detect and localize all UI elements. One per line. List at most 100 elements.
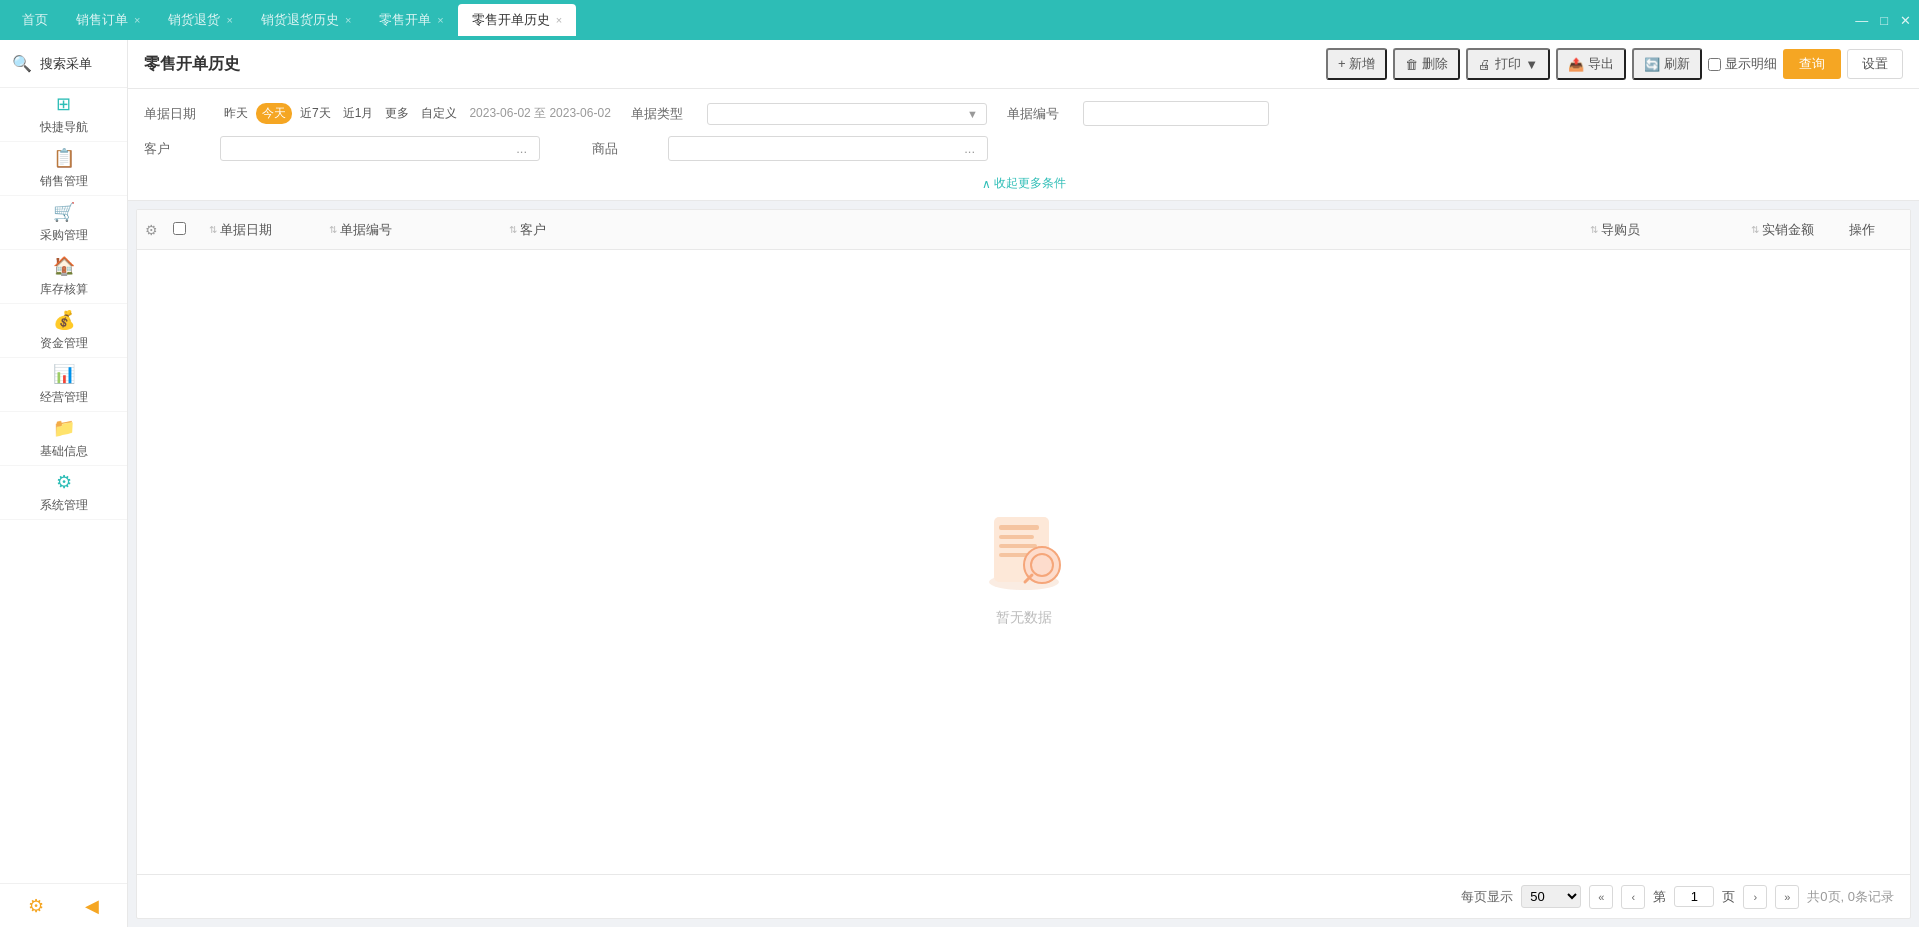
custom-btn[interactable]: 自定义 <box>417 103 461 124</box>
sidebar-bottom: ⚙ ◀ <box>0 883 127 927</box>
bill-no-input[interactable] <box>1083 101 1269 126</box>
finance-mgmt-icon: 💰 <box>53 309 75 331</box>
customer-input-wrap: ... <box>220 136 540 161</box>
sidebar-item-basic-info[interactable]: 📁 基础信息 <box>0 412 127 466</box>
minimize-btn[interactable]: — <box>1855 13 1868 28</box>
table-settings-btn[interactable]: ⚙ <box>145 222 173 238</box>
svg-rect-2 <box>999 525 1039 530</box>
sidebar-item-business-mgmt[interactable]: 📊 经营管理 <box>0 358 127 412</box>
goods-input-wrap: ... <box>668 136 988 161</box>
last7days-btn[interactable]: 近7天 <box>296 103 335 124</box>
sidebar-item-inventory-label: 库存核算 <box>40 281 88 298</box>
bill-type-select[interactable]: ▼ <box>707 103 987 125</box>
setup-button[interactable]: 设置 <box>1847 49 1903 79</box>
query-label: 查询 <box>1799 56 1825 71</box>
sidebar-collapse-btn[interactable]: ◀ <box>85 895 99 917</box>
page-input[interactable] <box>1674 886 1714 907</box>
more-btn[interactable]: 更多 <box>381 103 413 124</box>
purchase-mgmt-icon: 🛒 <box>53 201 75 223</box>
th-customer-label: 客户 <box>520 221 546 239</box>
goods-label: 商品 <box>592 140 648 158</box>
display-detail-input[interactable] <box>1708 58 1721 71</box>
th-customer: ⇅ 客户 <box>501 221 1582 239</box>
print-icon: 🖨 <box>1478 57 1491 72</box>
maximize-btn[interactable]: □ <box>1880 13 1888 28</box>
goods-dots[interactable]: ... <box>960 141 979 156</box>
today-btn[interactable]: 今天 <box>256 103 292 124</box>
sidebar-settings-btn[interactable]: ⚙ <box>28 895 44 917</box>
sidebar-item-inventory[interactable]: 🏠 库存核算 <box>0 250 127 304</box>
sidebar-item-quick-nav[interactable]: ⊞ 快捷导航 <box>0 88 127 142</box>
refresh-button[interactable]: 🔄 刷新 <box>1632 48 1702 80</box>
th-sort-billno-icon[interactable]: ⇅ <box>329 224 337 235</box>
quick-nav-icon: ⊞ <box>56 93 71 115</box>
query-button[interactable]: 查询 <box>1783 49 1841 79</box>
th-sort-guide-icon[interactable]: ⇅ <box>1590 224 1598 235</box>
delete-button[interactable]: 🗑 删除 <box>1393 48 1460 80</box>
tab-sales-return-close[interactable]: × <box>226 14 232 26</box>
date-range-display: 2023-06-02 至 2023-06-02 <box>469 105 610 122</box>
last-page-btn[interactable]: » <box>1775 885 1799 909</box>
system-mgmt-icon: ⚙ <box>56 471 72 493</box>
add-button[interactable]: + 新增 <box>1326 48 1387 80</box>
display-detail-checkbox[interactable]: 显示明细 <box>1708 55 1777 73</box>
setup-label: 设置 <box>1862 56 1888 71</box>
display-label: 显示明细 <box>1725 55 1777 73</box>
sidebar-item-sales-mgmt[interactable]: 📋 销售管理 <box>0 142 127 196</box>
window-controls: — □ ✕ <box>1855 13 1911 28</box>
svg-rect-4 <box>999 544 1037 548</box>
print-button[interactable]: 🖨 打印 ▼ <box>1466 48 1550 80</box>
collapse-btn[interactable]: ∧ 收起更多条件 <box>982 175 1066 192</box>
tab-sales-order[interactable]: 销售订单 × <box>62 4 154 36</box>
sales-mgmt-icon: 📋 <box>53 147 75 169</box>
export-button[interactable]: 📤 导出 <box>1556 48 1626 80</box>
page-size-select[interactable]: 50 10 20 100 <box>1521 885 1581 908</box>
tab-sales-return-history-close[interactable]: × <box>345 14 351 26</box>
svg-rect-3 <box>999 535 1034 539</box>
th-amount: ⇅ 实销金额 <box>1702 221 1822 239</box>
th-sort-amount-icon[interactable]: ⇅ <box>1751 224 1759 235</box>
page-title: 零售开单历史 <box>144 54 1326 75</box>
refresh-icon: 🔄 <box>1644 57 1660 72</box>
customer-dots[interactable]: ... <box>512 141 531 156</box>
close-btn[interactable]: ✕ <box>1900 13 1911 28</box>
th-date-label: 单据日期 <box>220 221 272 239</box>
first-page-btn[interactable]: « <box>1589 885 1613 909</box>
refresh-label: 刷新 <box>1664 55 1690 73</box>
last1month-btn[interactable]: 近1月 <box>339 103 378 124</box>
goods-input[interactable] <box>677 141 960 156</box>
tab-retail-open-close[interactable]: × <box>437 14 443 26</box>
select-all-checkbox[interactable] <box>173 222 186 235</box>
sidebar-item-finance-mgmt[interactable]: 💰 资金管理 <box>0 304 127 358</box>
customer-input[interactable] <box>229 141 512 156</box>
sidebar-item-quick-nav-label: 快捷导航 <box>40 119 88 136</box>
content-area: 零售开单历史 + 新增 🗑 删除 🖨 打印 ▼ 📤 导出 <box>128 40 1919 927</box>
sidebar-item-purchase-mgmt[interactable]: 🛒 采购管理 <box>0 196 127 250</box>
sidebar-search[interactable]: 🔍 搜索采单 <box>0 40 127 88</box>
export-label: 导出 <box>1588 55 1614 73</box>
tab-sales-return[interactable]: 销货退货 × <box>154 4 246 36</box>
tab-retail-history[interactable]: 零售开单历史 × <box>458 4 576 36</box>
th-sort-date-icon[interactable]: ⇅ <box>209 224 217 235</box>
export-icon: 📤 <box>1568 57 1584 72</box>
page-total: 共0页, 0条记录 <box>1807 888 1894 906</box>
prev-page-btn[interactable]: ‹ <box>1621 885 1645 909</box>
table-select-all[interactable] <box>173 221 201 239</box>
sidebar: 🔍 搜索采单 ⊞ 快捷导航 📋 销售管理 🛒 采购管理 🏠 库存核算 💰 资金管… <box>0 40 128 927</box>
page-size-label: 每页显示 <box>1461 888 1513 906</box>
th-billno-label: 单据编号 <box>340 221 392 239</box>
filter-area: 单据日期 昨天 今天 近7天 近1月 更多 自定义 2023-06-02 至 2… <box>128 89 1919 201</box>
sidebar-item-system-mgmt[interactable]: ⚙ 系统管理 <box>0 466 127 520</box>
sidebar-item-system-mgmt-label: 系统管理 <box>40 497 88 514</box>
th-sort-customer-icon[interactable]: ⇅ <box>509 224 517 235</box>
tab-retail-open[interactable]: 零售开单 × <box>365 4 457 36</box>
date-label: 单据日期 <box>144 105 200 123</box>
next-page-btn[interactable]: › <box>1743 885 1767 909</box>
sidebar-item-basic-info-label: 基础信息 <box>40 443 88 460</box>
yesterday-btn[interactable]: 昨天 <box>220 103 252 124</box>
sidebar-item-finance-mgmt-label: 资金管理 <box>40 335 88 352</box>
tab-retail-history-close[interactable]: × <box>556 14 562 26</box>
tab-sales-return-history[interactable]: 销货退货历史 × <box>247 4 365 36</box>
tab-home[interactable]: 首页 <box>8 4 62 36</box>
tab-sales-order-close[interactable]: × <box>134 14 140 26</box>
